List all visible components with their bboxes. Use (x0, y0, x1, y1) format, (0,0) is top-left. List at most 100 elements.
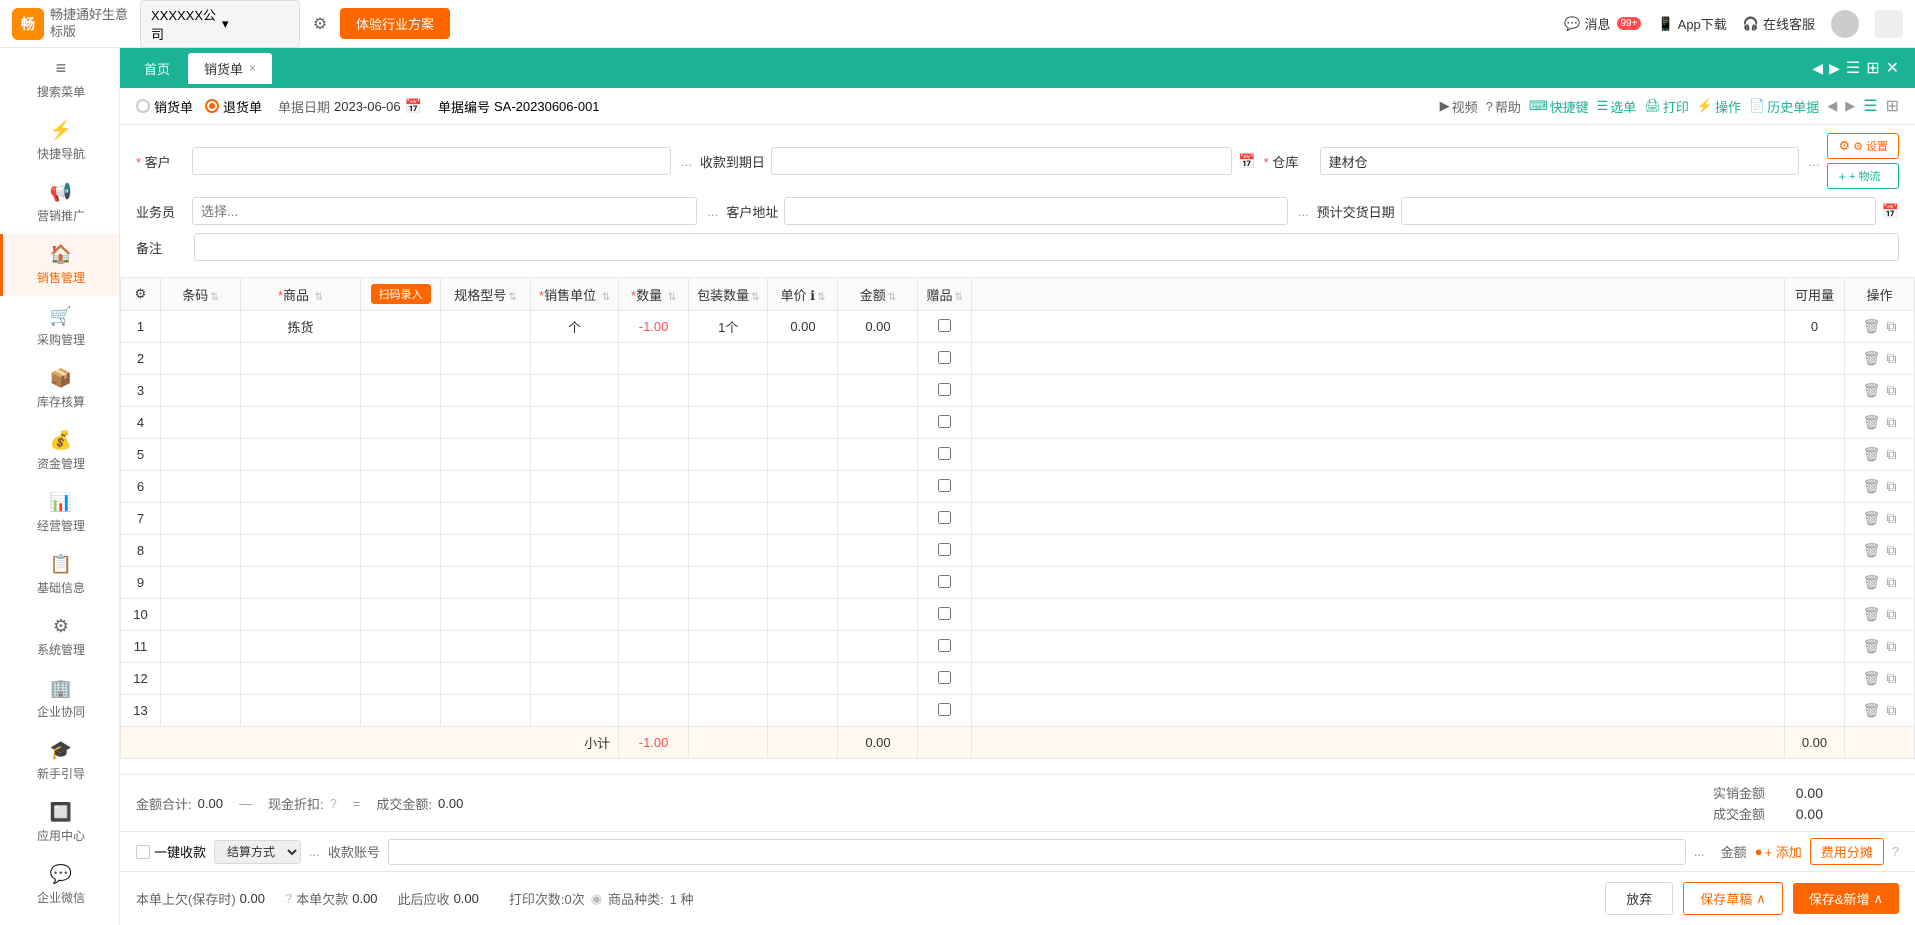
row-unit[interactable] (531, 663, 619, 695)
row-gift[interactable] (918, 407, 971, 439)
row-spec[interactable] (441, 407, 531, 439)
sort-spec-icon[interactable]: ⇅ (508, 292, 516, 303)
tab-prev-icon[interactable]: ◀ (1812, 60, 1823, 77)
row-spec[interactable] (441, 599, 531, 631)
row-amount[interactable] (838, 343, 918, 375)
gift-checkbox[interactable] (938, 543, 951, 556)
row-gift[interactable] (918, 567, 971, 599)
sort-amount-icon[interactable]: ⇅ (888, 292, 896, 303)
row-goods[interactable] (241, 567, 361, 599)
row-price[interactable] (768, 407, 838, 439)
gift-checkbox[interactable] (938, 447, 951, 460)
row-gift[interactable] (918, 695, 971, 727)
row-qty[interactable] (619, 695, 689, 727)
delete-icon[interactable]: 🗑 (1863, 382, 1881, 399)
delete-icon[interactable]: 🗑 (1863, 638, 1881, 655)
gift-checkbox[interactable] (938, 575, 951, 588)
gift-checkbox[interactable] (938, 511, 951, 524)
row-goods[interactable] (241, 407, 361, 439)
row-barcode[interactable] (161, 631, 241, 663)
row-unit[interactable] (531, 471, 619, 503)
sidebar-item-inventory[interactable]: 📦 库存核算 (0, 358, 119, 420)
tab-layout-icon2[interactable]: ⊞ (1866, 58, 1879, 78)
delete-icon[interactable]: 🗑 (1863, 510, 1881, 527)
layout-icon1[interactable]: ☰ (1863, 96, 1877, 116)
row-spec[interactable] (441, 375, 531, 407)
radio-sales[interactable]: 销货单 (136, 97, 193, 116)
logistics-btn[interactable]: + + 物流 (1827, 163, 1899, 189)
avatar[interactable] (1831, 10, 1859, 38)
copy-icon[interactable]: ⧉ (1886, 318, 1896, 335)
row-barcode[interactable] (161, 343, 241, 375)
settlement-select[interactable]: 结算方式 (214, 840, 301, 864)
radio-return[interactable]: 退货单 (205, 97, 262, 116)
tab-layout-icon1[interactable]: ☰ (1846, 58, 1860, 78)
tab-home[interactable]: 首页 (128, 53, 186, 84)
settings-action-btn[interactable]: ⚙ ⚙ 设置 (1827, 133, 1899, 159)
sidebar-item-apps[interactable]: 🔲 应用中心 (0, 792, 119, 854)
copy-icon[interactable]: ⧉ (1886, 414, 1896, 431)
row-barcode[interactable] (161, 599, 241, 631)
row-price[interactable] (768, 695, 838, 727)
row-unit[interactable] (531, 375, 619, 407)
copy-icon[interactable]: ⧉ (1886, 478, 1896, 495)
add-button[interactable]: ● + 添加 (1755, 842, 1802, 861)
row-unit[interactable] (531, 503, 619, 535)
row-unit[interactable] (531, 407, 619, 439)
delete-icon[interactable]: 🗑 (1863, 574, 1881, 591)
gift-checkbox[interactable] (938, 639, 951, 652)
row-spec[interactable] (441, 663, 531, 695)
salesman-dots[interactable]: ... (707, 204, 718, 219)
customer-dots[interactable]: ... (681, 154, 692, 169)
row-goods[interactable] (241, 631, 361, 663)
print-action[interactable]: 🖨 打印 (1644, 97, 1689, 116)
help-small-icon[interactable]: ? (330, 796, 337, 811)
row-barcode[interactable] (161, 663, 241, 695)
sort-goods-icon[interactable]: ⇅ (315, 292, 323, 303)
gift-checkbox[interactable] (938, 703, 951, 716)
copy-icon[interactable]: ⧉ (1886, 670, 1896, 687)
row-pkg[interactable] (689, 343, 768, 375)
sort-pkg-icon[interactable]: ⇅ (751, 292, 759, 303)
nav-prev-icon[interactable]: ◀ (1827, 98, 1837, 114)
row-goods[interactable] (241, 535, 361, 567)
copy-icon[interactable]: ⧉ (1886, 574, 1896, 591)
row-spec[interactable] (441, 343, 531, 375)
row-gift[interactable] (918, 599, 971, 631)
row-amount[interactable] (838, 567, 918, 599)
row-qty[interactable] (619, 567, 689, 599)
expense-split-button[interactable]: 费用分摊 (1810, 838, 1884, 865)
row-goods[interactable] (241, 439, 361, 471)
row-pkg[interactable] (689, 631, 768, 663)
row-goods[interactable]: 拣货 (241, 311, 361, 343)
row-barcode[interactable] (161, 407, 241, 439)
row-amount[interactable] (838, 471, 918, 503)
row-amount[interactable] (838, 599, 918, 631)
delete-icon[interactable]: 🗑 (1863, 414, 1881, 431)
row-price[interactable] (768, 535, 838, 567)
row-barcode[interactable] (161, 471, 241, 503)
delete-icon[interactable]: 🗑 (1863, 606, 1881, 623)
row-barcode[interactable] (161, 567, 241, 599)
row-price[interactable] (768, 471, 838, 503)
row-pkg[interactable] (689, 663, 768, 695)
customer-input[interactable] (192, 147, 671, 175)
customer-addr-input[interactable] (784, 197, 1287, 225)
user-settings[interactable] (1875, 10, 1903, 38)
gift-checkbox[interactable] (938, 671, 951, 684)
sidebar-item-base[interactable]: 📋 基础信息 (0, 544, 119, 606)
salesman-input[interactable] (192, 197, 697, 225)
sidebar-item-search[interactable]: ≡ 搜索菜单 (0, 48, 119, 110)
row-price[interactable] (768, 375, 838, 407)
row-gift[interactable] (918, 375, 971, 407)
settings-button[interactable]: ⚙ (306, 10, 334, 38)
row-unit[interactable] (531, 535, 619, 567)
row-gift[interactable] (918, 439, 971, 471)
receipt-calendar-icon[interactable]: 📅 (1238, 153, 1255, 170)
tab-close-icon[interactable]: × (249, 61, 256, 75)
sidebar-item-wechat[interactable]: 💬 企业微信 (0, 854, 119, 916)
sidebar-item-quick-nav[interactable]: ⚡ 快捷导航 (0, 110, 119, 172)
row-price[interactable] (768, 567, 838, 599)
account-dots[interactable]: ... (1694, 844, 1705, 859)
row-qty[interactable] (619, 343, 689, 375)
